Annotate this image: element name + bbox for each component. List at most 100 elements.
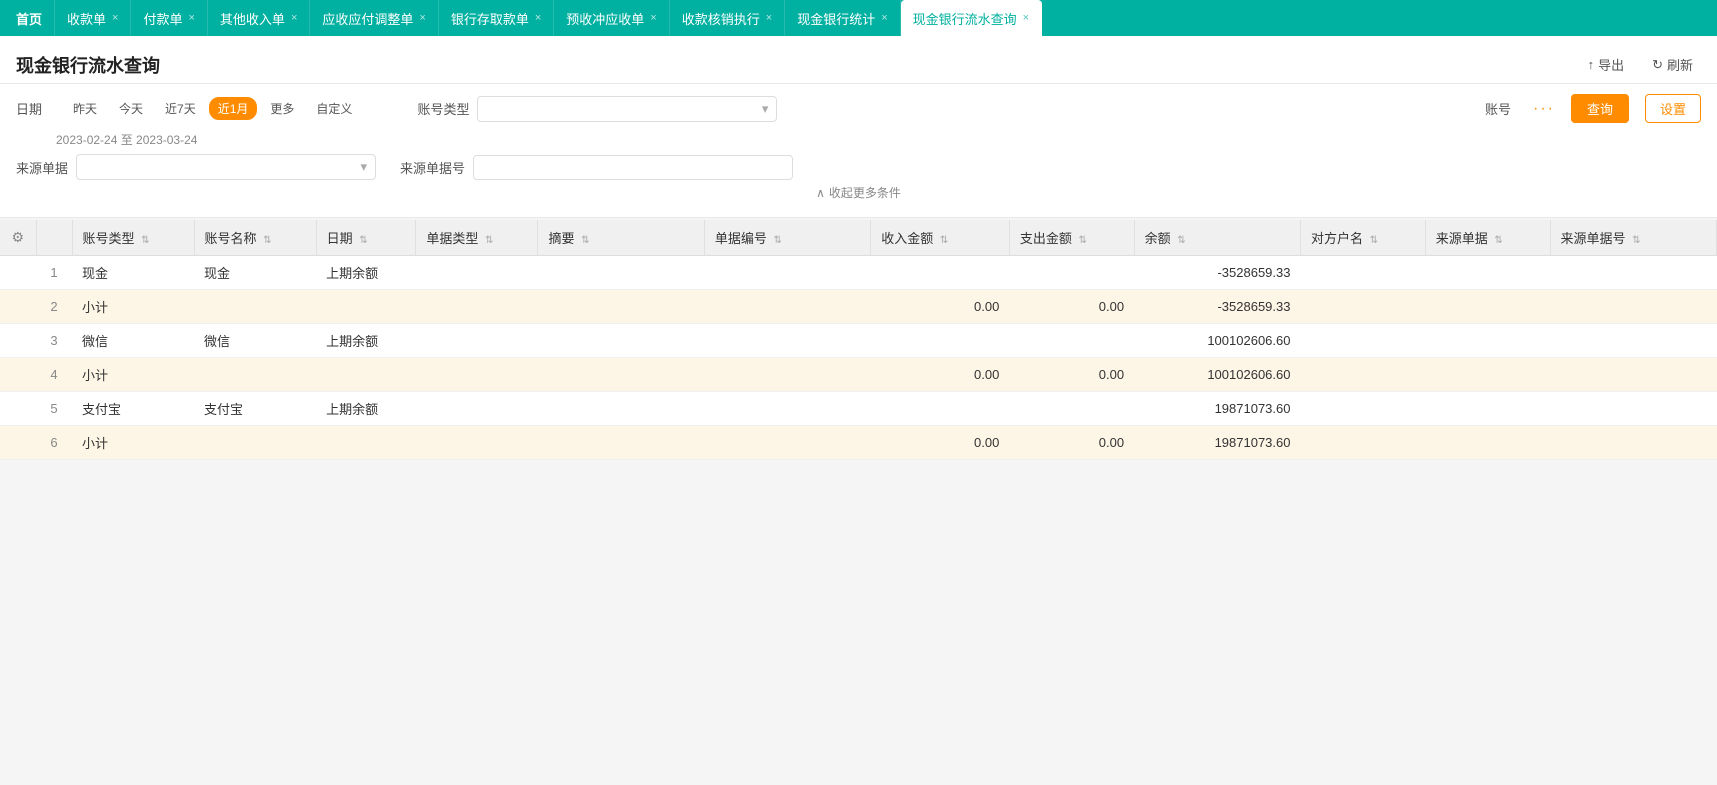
sort-icon-account-type: ⇅ bbox=[141, 235, 149, 246]
cell-sourceDocNo bbox=[1550, 392, 1716, 426]
date-btn-更多[interactable]: 更多 bbox=[261, 97, 303, 120]
cell-voucherNo bbox=[704, 256, 870, 290]
chevron-down-icon: ▾ bbox=[762, 101, 769, 117]
col-account-type[interactable]: 账号类型 ⇅ bbox=[72, 220, 194, 256]
account-no-dots-button[interactable]: ··· bbox=[1533, 100, 1555, 118]
page-title: 现金银行流水查询 bbox=[16, 52, 160, 78]
sort-icon-income: ⇅ bbox=[940, 235, 948, 246]
cell-counterparty bbox=[1300, 324, 1425, 358]
source-doc-group: 来源单据 ▾ bbox=[16, 154, 376, 180]
sort-icon-date: ⇅ bbox=[359, 235, 367, 246]
cell-accountType: 小计 bbox=[72, 358, 194, 392]
cell-balance: 100102606.60 bbox=[1134, 358, 1300, 392]
col-account-name[interactable]: 账号名称 ⇅ bbox=[194, 220, 316, 256]
date-btn-自定义[interactable]: 自定义 bbox=[307, 97, 361, 120]
col-counterparty[interactable]: 对方户名 ⇅ bbox=[1300, 220, 1425, 256]
cell-sourceDoc bbox=[1425, 290, 1550, 324]
date-range-display: 2023-02-24 至 2023-03-24 bbox=[56, 131, 1701, 148]
cell-accountType: 现金 bbox=[72, 256, 194, 290]
nav-tab-home[interactable]: 首页 bbox=[4, 0, 55, 36]
cell-voucherNo bbox=[704, 426, 870, 460]
nav-tab-cash-bank-stat[interactable]: 现金银行统计× bbox=[785, 0, 900, 36]
row-number: 6 bbox=[36, 426, 72, 460]
cell-voucherType bbox=[416, 256, 538, 290]
col-source-doc-no[interactable]: 来源单据号 ⇅ bbox=[1550, 220, 1716, 256]
cell-accountName bbox=[194, 290, 316, 324]
col-source-doc[interactable]: 来源单据 ⇅ bbox=[1425, 220, 1550, 256]
sort-icon-account-name: ⇅ bbox=[263, 235, 271, 246]
cell-income bbox=[871, 392, 1010, 426]
nav-tab-collect-verify[interactable]: 收款核销执行× bbox=[670, 0, 785, 36]
nav-tab-close-bank-deposit[interactable]: × bbox=[535, 12, 541, 24]
nav-tab-close-other-income[interactable]: × bbox=[291, 12, 297, 24]
nav-tab-close-prepay-offset[interactable]: × bbox=[650, 12, 656, 24]
cell-voucherNo bbox=[704, 392, 870, 426]
cell-expense: 0.00 bbox=[1009, 358, 1134, 392]
cell-voucherType bbox=[416, 290, 538, 324]
row-gear bbox=[0, 290, 36, 324]
cell-date bbox=[316, 426, 416, 460]
nav-tab-ap-adjust[interactable]: 应收应付调整单× bbox=[310, 0, 438, 36]
cell-balance: 19871073.60 bbox=[1134, 426, 1300, 460]
cell-accountType: 支付宝 bbox=[72, 392, 194, 426]
nav-tab-receipt[interactable]: 收款单× bbox=[55, 0, 131, 36]
date-btn-近1月[interactable]: 近1月 bbox=[209, 97, 258, 120]
source-doc-no-input[interactable] bbox=[473, 155, 793, 180]
nav-tab-close-cash-bank-stat[interactable]: × bbox=[881, 12, 887, 24]
nav-tab-close-collect-verify[interactable]: × bbox=[766, 12, 772, 24]
col-voucher-type[interactable]: 单据类型 ⇅ bbox=[416, 220, 538, 256]
col-income[interactable]: 收入金额 ⇅ bbox=[871, 220, 1010, 256]
date-range-text: 2023-02-24 至 2023-03-24 bbox=[56, 133, 197, 147]
export-icon: ↑ bbox=[1588, 57, 1595, 72]
cell-accountName bbox=[194, 426, 316, 460]
settings-button[interactable]: 设置 bbox=[1645, 94, 1701, 123]
nav-tab-bank-deposit[interactable]: 银行存取款单× bbox=[439, 0, 554, 36]
cell-voucherNo bbox=[704, 324, 870, 358]
cell-accountName bbox=[194, 358, 316, 392]
source-doc-no-label: 来源单据号 bbox=[400, 158, 465, 177]
cell-sourceDoc bbox=[1425, 392, 1550, 426]
cell-balance: 100102606.60 bbox=[1134, 324, 1300, 358]
sort-icon-expense: ⇅ bbox=[1078, 235, 1086, 246]
refresh-button[interactable]: ↻ 刷新 bbox=[1644, 51, 1701, 78]
date-btn-昨天[interactable]: 昨天 bbox=[64, 97, 106, 120]
row-number: 4 bbox=[36, 358, 72, 392]
date-btn-今天[interactable]: 今天 bbox=[110, 97, 152, 120]
header-actions: ↑ 导出 ↻ 刷新 bbox=[1580, 51, 1701, 78]
col-balance[interactable]: 余额 ⇅ bbox=[1134, 220, 1300, 256]
cell-expense bbox=[1009, 392, 1134, 426]
nav-tab-other-income[interactable]: 其他收入单× bbox=[208, 0, 310, 36]
nav-tab-prepay-offset[interactable]: 预收冲应收单× bbox=[554, 0, 669, 36]
cell-voucherType bbox=[416, 324, 538, 358]
row-number: 1 bbox=[36, 256, 72, 290]
nav-tab-close-payment[interactable]: × bbox=[188, 12, 194, 24]
col-summary[interactable]: 摘要 ⇅ bbox=[538, 220, 704, 256]
sort-icon-source-doc: ⇅ bbox=[1494, 235, 1502, 246]
nav-tab-payment[interactable]: 付款单× bbox=[131, 0, 207, 36]
cell-accountType: 微信 bbox=[72, 324, 194, 358]
query-button[interactable]: 查询 bbox=[1571, 94, 1629, 123]
row-gear bbox=[0, 256, 36, 290]
cell-sourceDoc bbox=[1425, 426, 1550, 460]
cell-summary bbox=[538, 256, 704, 290]
table-gear-icon[interactable]: ⚙ bbox=[11, 229, 24, 245]
nav-tab-cash-bank-flow[interactable]: 现金银行流水查询× bbox=[901, 0, 1042, 36]
col-expense[interactable]: 支出金额 ⇅ bbox=[1009, 220, 1134, 256]
account-type-select[interactable]: ▾ bbox=[477, 96, 777, 122]
source-doc-select[interactable]: ▾ bbox=[76, 154, 376, 180]
cell-expense: 0.00 bbox=[1009, 426, 1134, 460]
col-voucher-no[interactable]: 单据编号 ⇅ bbox=[704, 220, 870, 256]
cell-date bbox=[316, 290, 416, 324]
cell-expense bbox=[1009, 324, 1134, 358]
nav-tab-close-ap-adjust[interactable]: × bbox=[419, 12, 425, 24]
table-row: 2小计0.000.00-3528659.33 bbox=[0, 290, 1717, 324]
cell-summary bbox=[538, 426, 704, 460]
date-buttons: 昨天今天近7天近1月更多自定义 bbox=[64, 97, 361, 120]
export-button[interactable]: ↑ 导出 bbox=[1580, 51, 1633, 78]
nav-tab-close-receipt[interactable]: × bbox=[112, 12, 118, 24]
collapse-bar[interactable]: ∧ 收起更多条件 bbox=[16, 180, 1701, 207]
col-date[interactable]: 日期 ⇅ bbox=[316, 220, 416, 256]
date-btn-近7天[interactable]: 近7天 bbox=[156, 97, 205, 120]
cell-voucherType bbox=[416, 358, 538, 392]
nav-tab-close-cash-bank-flow[interactable]: × bbox=[1023, 12, 1029, 24]
